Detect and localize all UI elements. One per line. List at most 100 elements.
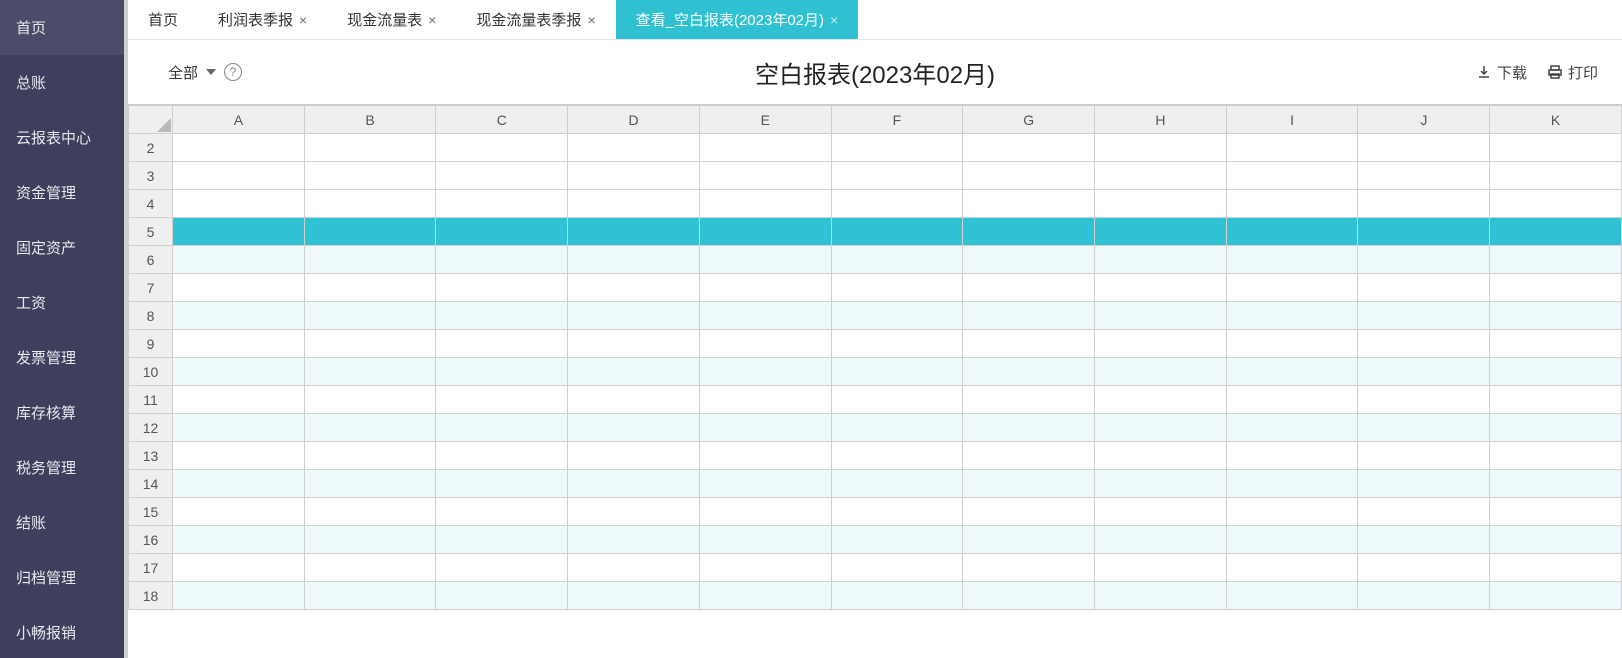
cell[interactable] xyxy=(436,554,568,582)
cell[interactable] xyxy=(1226,526,1358,554)
cell[interactable] xyxy=(699,498,831,526)
cell[interactable] xyxy=(963,442,1095,470)
cell[interactable] xyxy=(1226,218,1358,246)
cell[interactable] xyxy=(568,246,700,274)
cell[interactable] xyxy=(1226,582,1358,610)
cell[interactable] xyxy=(699,218,831,246)
cell[interactable] xyxy=(831,498,963,526)
cell[interactable] xyxy=(173,330,305,358)
cell[interactable] xyxy=(1490,582,1622,610)
sidebar-item[interactable]: 云报表中心 xyxy=(0,110,124,165)
cell[interactable] xyxy=(1095,302,1227,330)
cell[interactable] xyxy=(699,470,831,498)
cell[interactable] xyxy=(1095,274,1227,302)
cell[interactable] xyxy=(963,302,1095,330)
cell[interactable] xyxy=(1490,162,1622,190)
cell[interactable] xyxy=(1490,470,1622,498)
cell[interactable] xyxy=(963,190,1095,218)
cell[interactable] xyxy=(963,582,1095,610)
tab[interactable]: 利润表季报× xyxy=(198,0,327,39)
cell[interactable] xyxy=(963,414,1095,442)
cell[interactable] xyxy=(173,134,305,162)
cell[interactable] xyxy=(1226,386,1358,414)
cell[interactable] xyxy=(173,498,305,526)
cell[interactable] xyxy=(173,302,305,330)
cell[interactable] xyxy=(831,190,963,218)
cell[interactable] xyxy=(1226,274,1358,302)
cell[interactable] xyxy=(568,190,700,218)
row-header[interactable]: 18 xyxy=(129,582,173,610)
cell[interactable] xyxy=(1095,358,1227,386)
cell[interactable] xyxy=(304,526,436,554)
close-icon[interactable]: × xyxy=(299,12,307,28)
print-button[interactable]: 打印 xyxy=(1547,62,1598,83)
cell[interactable] xyxy=(304,470,436,498)
sidebar-item[interactable]: 首页 xyxy=(0,0,124,55)
cell[interactable] xyxy=(1095,442,1227,470)
cell[interactable] xyxy=(1095,330,1227,358)
cell[interactable] xyxy=(1358,358,1490,386)
cell[interactable] xyxy=(963,162,1095,190)
tab[interactable]: 现金流量表× xyxy=(327,0,456,39)
cell[interactable] xyxy=(304,330,436,358)
cell[interactable] xyxy=(1490,554,1622,582)
sidebar-item[interactable]: 固定资产 xyxy=(0,220,124,275)
cell[interactable] xyxy=(699,414,831,442)
cell[interactable] xyxy=(568,414,700,442)
cell[interactable] xyxy=(1490,134,1622,162)
cell[interactable] xyxy=(831,162,963,190)
cell[interactable] xyxy=(304,582,436,610)
cell[interactable] xyxy=(173,526,305,554)
cell[interactable] xyxy=(436,358,568,386)
cell[interactable] xyxy=(699,246,831,274)
column-header[interactable]: A xyxy=(173,106,305,134)
cell[interactable] xyxy=(1490,414,1622,442)
sidebar-item[interactable]: 库存核算 xyxy=(0,385,124,440)
row-header[interactable]: 14 xyxy=(129,470,173,498)
column-header[interactable]: K xyxy=(1490,106,1622,134)
cell[interactable] xyxy=(1490,246,1622,274)
cell[interactable] xyxy=(1226,442,1358,470)
cell[interactable] xyxy=(1226,330,1358,358)
cell[interactable] xyxy=(1095,414,1227,442)
cell[interactable] xyxy=(1226,554,1358,582)
sidebar-item[interactable]: 税务管理 xyxy=(0,440,124,495)
cell[interactable] xyxy=(1095,470,1227,498)
cell[interactable] xyxy=(568,498,700,526)
cell[interactable] xyxy=(1095,526,1227,554)
cell[interactable] xyxy=(436,386,568,414)
sidebar-item[interactable]: 总账 xyxy=(0,55,124,110)
cell[interactable] xyxy=(436,330,568,358)
cell[interactable] xyxy=(1226,470,1358,498)
sidebar-item[interactable]: 发票管理 xyxy=(0,330,124,385)
cell[interactable] xyxy=(173,274,305,302)
cell[interactable] xyxy=(173,190,305,218)
cell[interactable] xyxy=(568,330,700,358)
cell[interactable] xyxy=(831,274,963,302)
cell[interactable] xyxy=(1490,190,1622,218)
cell[interactable] xyxy=(436,470,568,498)
cell[interactable] xyxy=(1358,554,1490,582)
cell[interactable] xyxy=(1226,162,1358,190)
cell[interactable] xyxy=(1226,302,1358,330)
cell[interactable] xyxy=(436,274,568,302)
cell[interactable] xyxy=(831,526,963,554)
cell[interactable] xyxy=(1095,582,1227,610)
cell[interactable] xyxy=(699,274,831,302)
cell[interactable] xyxy=(436,582,568,610)
cell[interactable] xyxy=(1358,582,1490,610)
cell[interactable] xyxy=(436,302,568,330)
cell[interactable] xyxy=(1226,134,1358,162)
tab[interactable]: 查看_空白报表(2023年02月)× xyxy=(616,0,859,39)
help-icon[interactable]: ? xyxy=(224,63,242,81)
cell[interactable] xyxy=(831,134,963,162)
cell[interactable] xyxy=(1358,414,1490,442)
cell[interactable] xyxy=(699,330,831,358)
cell[interactable] xyxy=(1095,218,1227,246)
cell[interactable] xyxy=(699,134,831,162)
cell[interactable] xyxy=(436,162,568,190)
cell[interactable] xyxy=(436,218,568,246)
cell[interactable] xyxy=(831,414,963,442)
cell[interactable] xyxy=(963,498,1095,526)
row-header[interactable]: 13 xyxy=(129,442,173,470)
